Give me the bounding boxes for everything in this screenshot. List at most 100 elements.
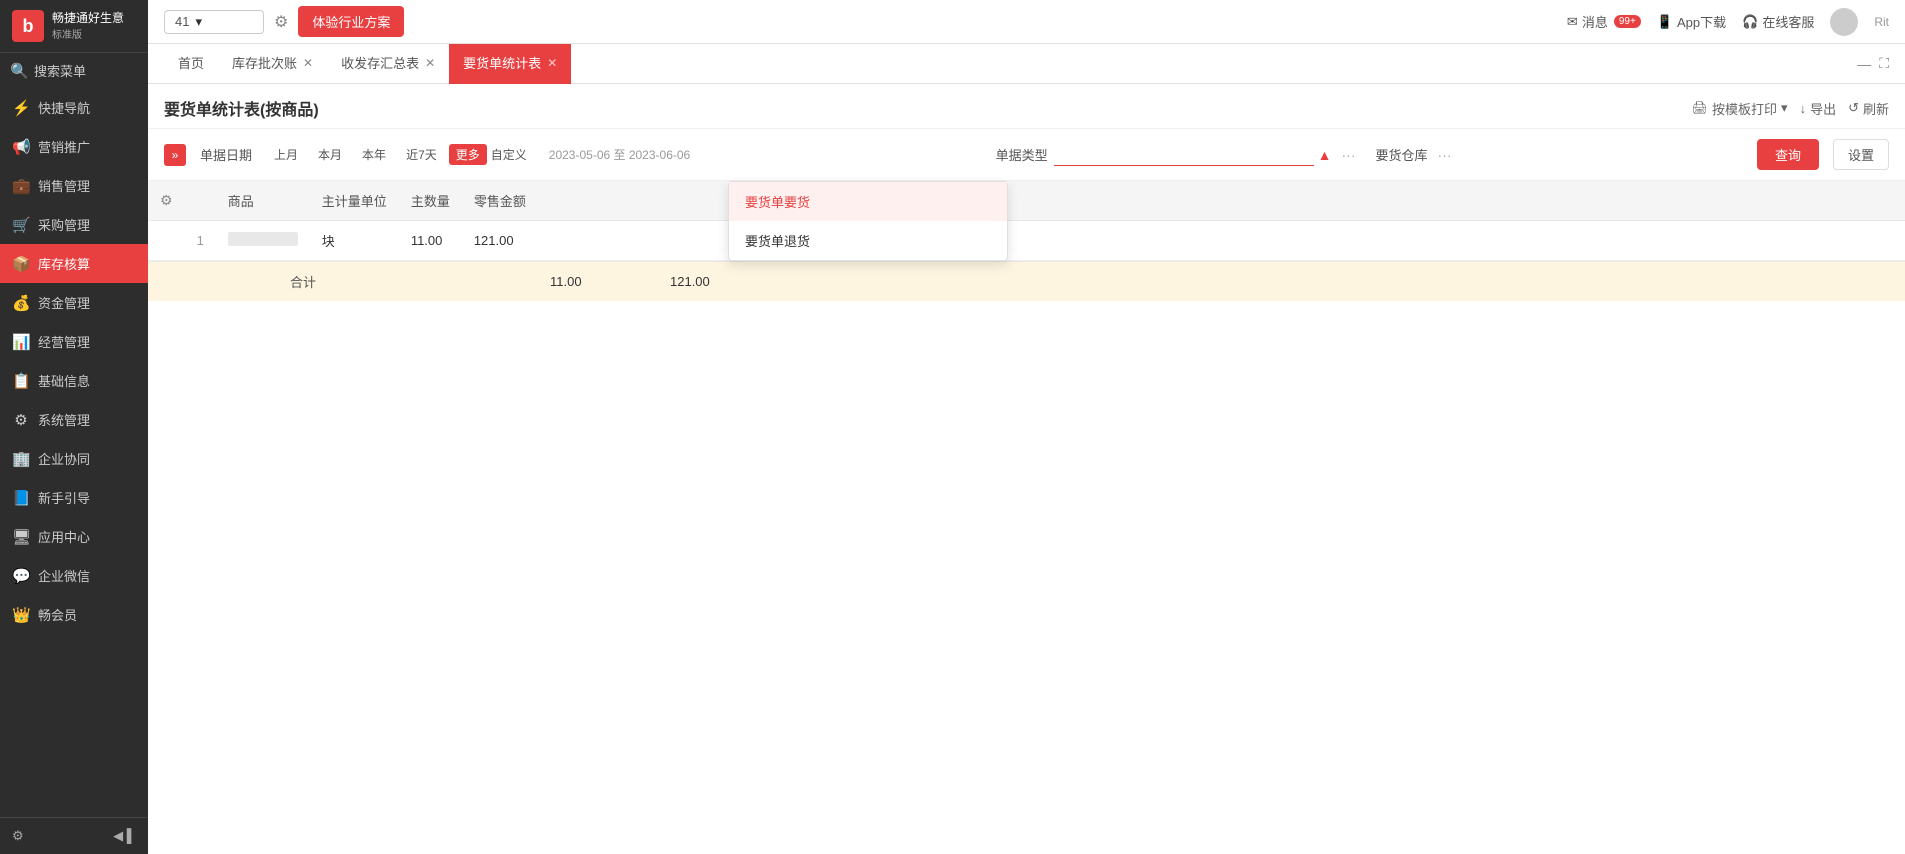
date-option-this-year[interactable]: 本年 xyxy=(354,143,394,166)
app-center-icon: 🖥 xyxy=(12,528,30,546)
warehouse-more-icon[interactable]: ··· xyxy=(1438,147,1452,163)
sidebar: b 畅捷通好生意 标准版 🔍 搜索菜单 ⚡ 快捷导航 📢 营销推广 💼 销售管理… xyxy=(0,0,148,854)
sidebar-item-inventory[interactable]: 📦 库存核算 xyxy=(0,244,148,283)
sidebar-label: 资金管理 xyxy=(38,293,90,312)
td-unit: 块 xyxy=(310,221,399,261)
date-option-last-month[interactable]: 上月 xyxy=(266,143,306,166)
system-icon: ⚙ xyxy=(12,411,30,429)
tab-close-icon[interactable]: ✕ xyxy=(425,56,435,70)
type-more-icon[interactable]: ··· xyxy=(1342,147,1356,163)
search-menu-label: 搜索菜单 xyxy=(34,61,86,80)
type-filter-input[interactable] xyxy=(1054,144,1314,166)
message-item[interactable]: ✉ 消息 99+ xyxy=(1567,12,1641,31)
sidebar-item-newbie[interactable]: 📘 新手引导 xyxy=(0,478,148,517)
topbar-settings-icon[interactable]: ⚙ xyxy=(274,12,288,32)
table-row: 1 块 11.00 121.00 xyxy=(148,221,1905,261)
sidebar-item-enterprise[interactable]: 🏢 企业协同 xyxy=(0,439,148,478)
print-btn[interactable]: 🖨 按模板打印 ▾ xyxy=(1692,99,1788,118)
tab-home[interactable]: 首页 xyxy=(164,44,218,84)
sidebar-item-search[interactable]: 🔍 搜索菜单 xyxy=(0,53,148,88)
dropdown-item-return-goods[interactable]: 要货单退货 xyxy=(729,221,1007,260)
date-option-custom[interactable]: 自定义 xyxy=(491,146,527,163)
type-dropdown-menu: 要货单要货 要货单退货 xyxy=(728,181,1008,261)
sidebar-item-basic-info[interactable]: 📋 基础信息 xyxy=(0,361,148,400)
print-arrow-icon: ▾ xyxy=(1781,100,1788,116)
td-amount: 121.00 xyxy=(462,221,538,261)
sidebar-item-wechat[interactable]: 💬 企业微信 xyxy=(0,556,148,595)
app-download-item[interactable]: 📱 App下载 xyxy=(1657,12,1726,31)
date-option-this-month[interactable]: 本月 xyxy=(310,143,350,166)
sidebar-item-finance[interactable]: 💰 资金管理 xyxy=(0,283,148,322)
inventory-icon: 📦 xyxy=(12,255,30,273)
filter-type-section: 单据类型 ▲ ··· 要货仓库 ··· xyxy=(996,144,1452,166)
td-settings xyxy=(148,221,185,261)
tab-receipt-summary[interactable]: 收发存汇总表 ✕ xyxy=(327,44,449,84)
refresh-icon: ↺ xyxy=(1848,100,1859,116)
sidebar-item-app-center[interactable]: 🖥 应用中心 xyxy=(0,517,148,556)
purchase-icon: 🛒 xyxy=(12,216,30,234)
export-btn[interactable]: ↓ 导出 xyxy=(1800,99,1837,118)
dropdown-item-order-goods[interactable]: 要货单要货 xyxy=(729,182,1007,221)
phone-icon: 📱 xyxy=(1657,14,1673,30)
online-service-item[interactable]: 🎧 在线客服 xyxy=(1742,12,1814,31)
sidebar-item-sales[interactable]: 💼 销售管理 xyxy=(0,166,148,205)
tab-label: 要货单统计表 xyxy=(463,53,541,72)
enterprise-icon: 🏢 xyxy=(12,450,30,468)
app-version: 标准版 xyxy=(52,26,124,41)
expand-filter-btn[interactable]: » xyxy=(164,144,186,166)
tab-inventory-batch[interactable]: 库存批次账 ✕ xyxy=(218,44,327,84)
sidebar-item-marketing[interactable]: 📢 营销推广 xyxy=(0,127,148,166)
main-content: 41 ▾ ⚙ 体验行业方案 ✉ 消息 99+ 📱 App下载 🎧 在线客服 Ri… xyxy=(148,0,1905,854)
sidebar-label: 企业微信 xyxy=(38,566,90,585)
type-chevron-up-icon[interactable]: ▲ xyxy=(1318,147,1332,163)
topbar-left: 41 ▾ ⚙ 体验行业方案 xyxy=(164,6,404,37)
date-filter-label: 单据日期 xyxy=(200,145,252,164)
date-option-more[interactable]: 更多 xyxy=(449,144,487,165)
sidebar-item-purchase[interactable]: 🛒 采购管理 xyxy=(0,205,148,244)
tab-label: 收发存汇总表 xyxy=(341,53,419,72)
sidebar-label: 采购管理 xyxy=(38,215,90,234)
sidebar-item-system[interactable]: ⚙ 系统管理 xyxy=(0,400,148,439)
sidebar-settings-icon[interactable]: ⚙ xyxy=(12,828,24,844)
logo-icon: b xyxy=(12,10,44,42)
sidebar-nav: ⚡ 快捷导航 📢 营销推广 💼 销售管理 🛒 采购管理 📦 库存核算 💰 资金管… xyxy=(0,88,148,817)
tab-label: 首页 xyxy=(178,53,204,72)
filter-row: » 单据日期 上月 本月 本年 近7天 更多 自定义 2023-05-06 至 … xyxy=(148,129,1905,181)
td-product xyxy=(216,221,310,261)
th-amount: 零售金额 xyxy=(462,181,538,221)
doc-number-selector[interactable]: 41 ▾ xyxy=(164,10,264,34)
date-option-7days[interactable]: 近7天 xyxy=(398,143,445,166)
tab-close-icon[interactable]: ✕ xyxy=(547,56,557,70)
td-index: 1 xyxy=(185,221,216,261)
headset-icon: 🎧 xyxy=(1742,14,1758,30)
user-avatar[interactable] xyxy=(1830,8,1858,36)
trial-btn[interactable]: 体验行业方案 xyxy=(298,6,404,37)
member-icon: 👑 xyxy=(12,606,30,624)
sidebar-item-quick-nav[interactable]: ⚡ 快捷导航 xyxy=(0,88,148,127)
sidebar-label: 系统管理 xyxy=(38,410,90,429)
sidebar-item-member[interactable]: 👑 畅会员 xyxy=(0,595,148,634)
tab-maximize-icon[interactable]: ⛶ xyxy=(1879,55,1889,72)
data-table-wrapper: ⚙ 商品 主计量单位 主数量 零售金额 1 xyxy=(148,181,1905,261)
sidebar-collapse-icon[interactable]: ◀ ▌ xyxy=(113,828,136,844)
sidebar-label: 营销推广 xyxy=(38,137,90,156)
online-service-label: 在线客服 xyxy=(1762,12,1814,31)
type-input-wrapper: ▲ xyxy=(1054,144,1332,166)
tab-minimize-icon[interactable]: — xyxy=(1857,56,1871,72)
sidebar-item-operations[interactable]: 📊 经营管理 xyxy=(0,322,148,361)
refresh-btn[interactable]: ↺ 刷新 xyxy=(1848,99,1889,118)
sidebar-label: 畅会员 xyxy=(38,605,77,624)
column-settings-icon[interactable]: ⚙ xyxy=(160,192,173,208)
query-button[interactable]: 查询 xyxy=(1757,139,1819,170)
td-quantity: 11.00 xyxy=(399,221,462,261)
basic-info-icon: 📋 xyxy=(12,372,30,390)
message-label: 消息 xyxy=(1582,12,1608,31)
tab-order-stats[interactable]: 要货单统计表 ✕ xyxy=(449,44,571,84)
th-quantity: 主数量 xyxy=(399,181,462,221)
settings-button[interactable]: 设置 xyxy=(1833,139,1889,170)
tab-close-icon[interactable]: ✕ xyxy=(303,56,313,70)
sidebar-label: 销售管理 xyxy=(38,176,90,195)
topbar: 41 ▾ ⚙ 体验行业方案 ✉ 消息 99+ 📱 App下载 🎧 在线客服 Ri… xyxy=(148,0,1905,44)
finance-icon: 💰 xyxy=(12,294,30,312)
sidebar-label: 经营管理 xyxy=(38,332,90,351)
